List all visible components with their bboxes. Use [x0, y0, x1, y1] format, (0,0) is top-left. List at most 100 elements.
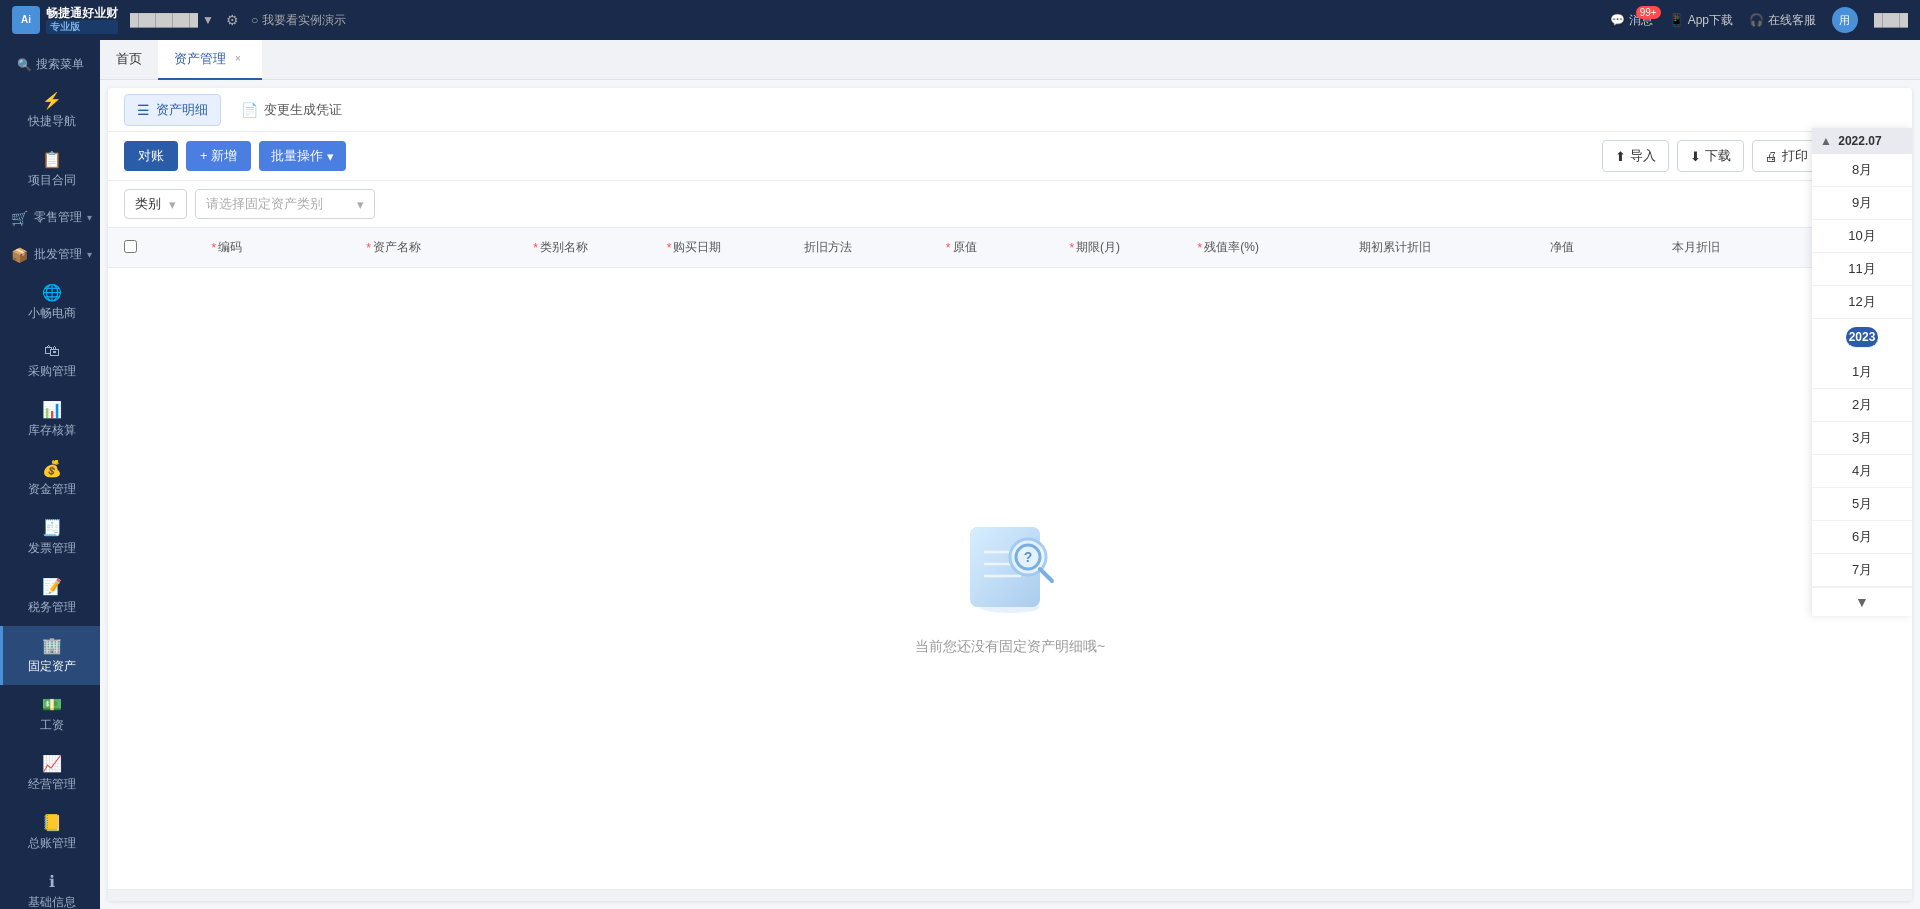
tab-asset-mgmt[interactable]: 资产管理 ×: [158, 40, 262, 80]
batch-ops-button[interactable]: 批量操作 ▾: [259, 141, 346, 171]
month-panel-up-arrow[interactable]: ▲: [1820, 134, 1832, 148]
salary-icon: 💵: [42, 695, 62, 714]
app-download-button[interactable]: 📱 App下载: [1669, 12, 1733, 29]
avatar-initials: 用: [1839, 13, 1850, 28]
sidebar-item-project-label: 项目合同: [28, 172, 76, 189]
sidebar-item-wholesale-label: 批发管理: [31, 246, 84, 263]
company-dropdown-icon: ▼: [202, 13, 214, 27]
sidebar: 🔍 搜索菜单 ⚡ 快捷导航 📋 项目合同 🛒 零售管理 ▾ 📦 批发管理 ▾ 🌐…: [0, 40, 100, 909]
th-monthly-depreciation: 本月折旧: [1629, 239, 1763, 256]
month-panel-down-arrow[interactable]: ▼: [1855, 594, 1869, 610]
print-button[interactable]: 🖨 打印: [1752, 140, 1821, 172]
add-new-button[interactable]: + 新增: [186, 141, 251, 171]
page-inner: ☰ 资产明细 📄 变更生成凭证 对账 + 新增: [108, 88, 1912, 901]
sidebar-item-ecommerce[interactable]: 🌐 小畅电商: [0, 273, 100, 332]
th-code: * 编码: [160, 239, 294, 256]
sidebar-item-retail[interactable]: 🛒 零售管理 ▾: [0, 199, 100, 236]
demo-icon: ○: [251, 13, 258, 27]
invoice-icon: 🧾: [42, 518, 62, 537]
category-filter[interactable]: 类别 ▾: [124, 189, 187, 219]
sidebar-item-assets[interactable]: 🏢 固定资产: [0, 626, 100, 685]
company-selector[interactable]: ████████ ▼: [130, 13, 214, 27]
sidebar-item-tax[interactable]: 📝 税务管理: [0, 567, 100, 626]
message-button[interactable]: 💬 消息 99+: [1610, 12, 1653, 29]
tab-home[interactable]: 首页: [100, 40, 158, 80]
sidebar-item-basic[interactable]: ℹ 基础信息: [0, 862, 100, 909]
subtab-change-voucher-label: 变更生成凭证: [264, 101, 342, 119]
reconcile-button[interactable]: 对账: [124, 141, 178, 171]
reconcile-label: 对账: [138, 147, 164, 165]
app-brand: Ai 畅捷通好业财 专业版: [12, 6, 118, 34]
month-10[interactable]: 10月: [1812, 220, 1912, 253]
month-8[interactable]: 8月: [1812, 154, 1912, 187]
tab-asset-mgmt-label: 资产管理: [174, 50, 226, 68]
sidebar-item-inventory[interactable]: 📊 库存核算: [0, 390, 100, 449]
subtab-asset-detail[interactable]: ☰ 资产明细: [124, 94, 221, 126]
category-input[interactable]: 请选择固定资产类别 ▾: [195, 189, 375, 219]
th-category: * 类别名称: [494, 239, 628, 256]
voucher-icon: 📄: [241, 102, 258, 118]
batch-ops-label: 批量操作: [271, 147, 323, 165]
sidebar-item-finance[interactable]: 💰 资金管理: [0, 449, 100, 508]
sidebar-item-finance-label: 资金管理: [28, 481, 76, 498]
current-year-badge: 2023: [1846, 327, 1879, 348]
demo-link[interactable]: ○ 我要看实例演示: [251, 12, 346, 29]
month-6[interactable]: 6月: [1812, 521, 1912, 554]
month-4[interactable]: 4月: [1812, 455, 1912, 488]
sidebar-item-invoice[interactable]: 🧾 发票管理: [0, 508, 100, 567]
month-5[interactable]: 5月: [1812, 488, 1912, 521]
month-panel-footer: ▼: [1812, 587, 1912, 616]
sidebar-item-management[interactable]: 📈 经营管理: [0, 744, 100, 803]
sidebar-item-purchase-label: 采购管理: [28, 363, 76, 380]
sidebar-item-salary[interactable]: 💵 工资: [0, 685, 100, 744]
month-panel-header: ▲ 2022.07: [1812, 128, 1912, 154]
subtab-change-voucher[interactable]: 📄 变更生成凭证: [229, 95, 354, 125]
sidebar-item-assets-label: 固定资产: [28, 658, 76, 675]
month-3[interactable]: 3月: [1812, 422, 1912, 455]
month-7[interactable]: 7月: [1812, 554, 1912, 587]
app-download-label: App下载: [1688, 12, 1733, 29]
th-name: * 资产名称: [294, 239, 494, 256]
select-all-checkbox[interactable]: [124, 240, 137, 253]
tab-close-icon[interactable]: ×: [230, 51, 246, 67]
month-11[interactable]: 11月: [1812, 253, 1912, 286]
user-avatar[interactable]: 用: [1832, 7, 1858, 33]
sidebar-item-ledger[interactable]: 📒 总账管理: [0, 803, 100, 862]
month-9[interactable]: 9月: [1812, 187, 1912, 220]
month-2[interactable]: 2月: [1812, 389, 1912, 422]
sidebar-item-quicknav[interactable]: ⚡ 快捷导航: [0, 81, 100, 140]
svg-line-8: [1040, 569, 1052, 581]
headset-icon: 🎧: [1749, 13, 1764, 27]
online-service-button[interactable]: 🎧 在线客服: [1749, 12, 1816, 29]
month-1[interactable]: 1月: [1812, 356, 1912, 389]
tax-icon: 📝: [42, 577, 62, 596]
svg-text:?: ?: [1024, 549, 1033, 565]
download-button[interactable]: ⬇ 下载: [1677, 140, 1744, 172]
import-label: 导入: [1630, 147, 1656, 165]
sidebar-item-inventory-label: 库存核算: [28, 422, 76, 439]
download-label: 下载: [1705, 147, 1731, 165]
month-12[interactable]: 12月: [1812, 286, 1912, 319]
list-icon: ☰: [137, 102, 150, 118]
category-input-placeholder: 请选择固定资产类别: [206, 195, 323, 213]
brand-icon: Ai: [12, 6, 40, 34]
sidebar-search[interactable]: 🔍 搜索菜单: [0, 48, 100, 81]
toolbar: 对账 + 新增 批量操作 ▾ ⬆ 导入 ⬇: [108, 132, 1912, 181]
ecommerce-icon: 🌐: [42, 283, 62, 302]
sidebar-item-project[interactable]: 📋 项目合同: [0, 140, 100, 199]
sidebar-item-retail-label: 零售管理: [31, 209, 84, 226]
th-checkbox[interactable]: [124, 240, 160, 256]
sidebar-item-wholesale[interactable]: 📦 批发管理 ▾: [0, 236, 100, 273]
bottom-scrollbar[interactable]: [108, 889, 1912, 901]
demo-label: 我要看实例演示: [262, 12, 346, 29]
project-icon: 📋: [42, 150, 62, 169]
month-panel: ▲ 2022.07 8月 9月 10月 11月 12月: [1812, 128, 1912, 616]
message-badge: 99+: [1636, 6, 1661, 19]
assets-icon: 🏢: [42, 636, 62, 655]
print-label: 打印: [1782, 147, 1808, 165]
settings-icon[interactable]: ⚙: [226, 12, 239, 28]
user-name: ████: [1874, 13, 1908, 27]
import-button[interactable]: ⬆ 导入: [1602, 140, 1669, 172]
sidebar-item-purchase[interactable]: 🛍 采购管理: [0, 332, 100, 390]
th-original-value: * 原值: [894, 239, 1028, 256]
